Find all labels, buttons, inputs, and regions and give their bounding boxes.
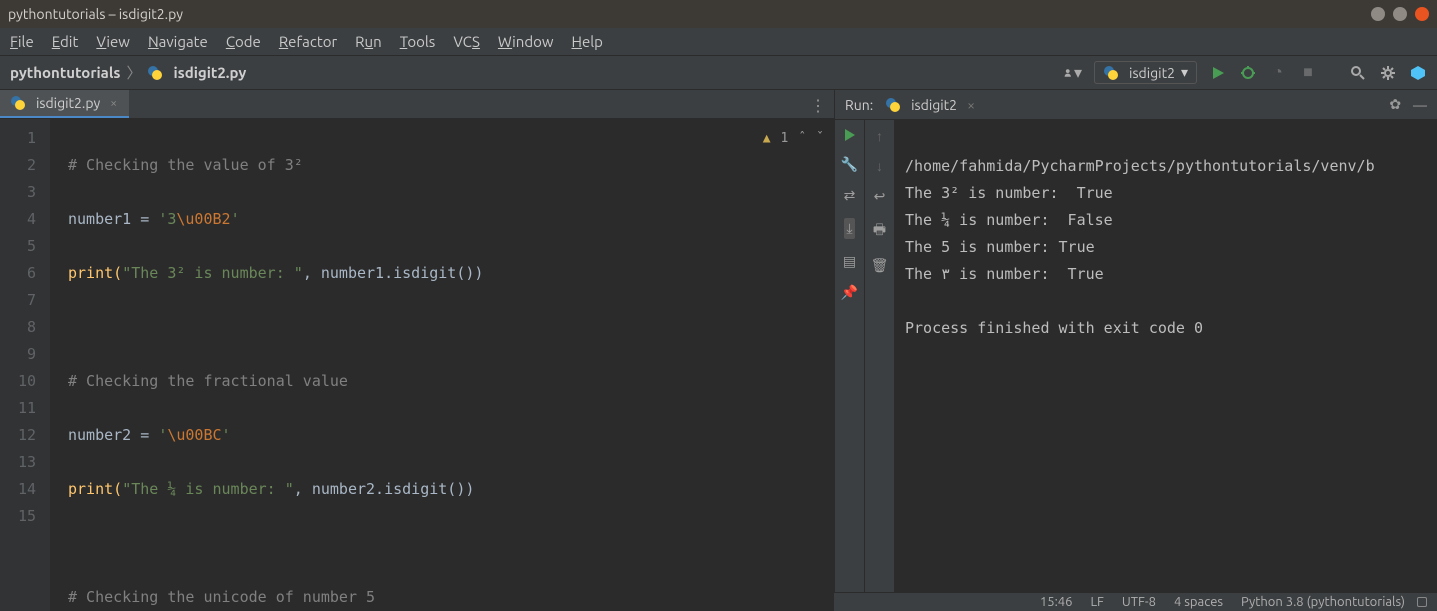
warning-count: 1 — [781, 125, 789, 152]
interpreter[interactable]: Python 3.8 (pythontutorials) — [1241, 595, 1405, 609]
toolbar: pythontutorials 〉 isdigit2.py ▾ isdigit2… — [0, 56, 1437, 90]
window-title: pythontutorials – isdigit2.py — [8, 6, 183, 22]
menu-window[interactable]: Window — [498, 33, 554, 50]
gear-icon[interactable] — [1379, 64, 1397, 82]
run-header: Run: isdigit2 × ✿ — — [835, 90, 1437, 120]
console-line: The ٣ is number: True — [905, 265, 1104, 283]
close-run-tab-icon[interactable]: × — [967, 97, 975, 113]
chevron-down-icon: ▾ — [1181, 64, 1188, 81]
breadcrumb-sep: 〉 — [126, 62, 141, 83]
print-icon[interactable]: 🖶 — [873, 219, 886, 243]
python-file-icon — [147, 65, 163, 81]
menubar: File Edit View Navigate Code Refactor Ru… — [0, 28, 1437, 56]
scroll-end-icon[interactable]: ⤓ — [844, 218, 854, 239]
run-tab[interactable]: isdigit2 × — [885, 97, 975, 113]
soft-wrap-icon[interactable]: ↩ — [874, 188, 886, 205]
trash-icon[interactable]: 🗑 — [871, 257, 889, 274]
breadcrumb: pythontutorials 〉 isdigit2.py — [10, 62, 246, 83]
editor-tab-label: isdigit2.py — [36, 95, 100, 111]
run-config-name: isdigit2 — [1129, 65, 1175, 81]
console-output[interactable]: /home/fahmida/PycharmProjects/pythontuto… — [895, 120, 1437, 592]
encoding[interactable]: UTF-8 — [1122, 595, 1156, 609]
console-line: The 3² is number: True — [905, 184, 1113, 202]
menu-tools[interactable]: Tools — [400, 33, 436, 50]
console-path: /home/fahmida/PycharmProjects/pythontuto… — [905, 157, 1375, 175]
menu-refactor[interactable]: Refactor — [279, 33, 337, 50]
close-tab-icon[interactable]: × — [110, 97, 117, 110]
menu-navigate[interactable]: Navigate — [148, 33, 208, 50]
coverage-button[interactable]: ◔ — [1269, 64, 1287, 82]
indent[interactable]: 4 spaces — [1174, 595, 1223, 609]
code-area[interactable]: # Checking the value of 3² number1 = '3\… — [50, 119, 834, 611]
run-button[interactable] — [1209, 64, 1227, 82]
minimize-button[interactable] — [1371, 7, 1385, 21]
prev-highlight-icon[interactable]: ˆ — [798, 125, 806, 152]
run-pane: Run: isdigit2 × ✿ — 🔧 ⇄ ⤓ ▤ 📌 ↑ ↓ ↩ — [835, 90, 1437, 592]
add-user-icon[interactable]: ▾ — [1064, 64, 1082, 82]
down-icon[interactable]: ↓ — [876, 158, 883, 174]
python-file-icon — [10, 95, 26, 111]
run-tab-label: isdigit2 — [911, 97, 957, 113]
console-exit: Process finished with exit code 0 — [905, 319, 1203, 337]
toggle-wrap-icon[interactable]: ⇄ — [844, 187, 856, 204]
pin-icon[interactable]: 📌 — [841, 284, 858, 301]
search-icon[interactable] — [1349, 64, 1367, 82]
gear-icon[interactable]: ✿ — [1389, 96, 1401, 113]
run-sidebar-nav: ↑ ↓ ↩ 🖶 🗑 — [865, 120, 895, 592]
python-icon — [885, 97, 901, 113]
menu-edit[interactable]: Edit — [52, 33, 79, 50]
breadcrumb-file[interactable]: isdigit2.py — [173, 64, 246, 81]
menu-help[interactable]: Help — [572, 33, 603, 50]
layout-icon[interactable]: ▤ — [843, 253, 856, 270]
lock-icon[interactable] — [1417, 597, 1427, 607]
warning-icon[interactable]: ▲ — [763, 125, 771, 152]
code-editor[interactable]: 123456789101112131415 # Checking the val… — [0, 119, 834, 611]
python-icon — [1103, 65, 1119, 81]
gutter: 123456789101112131415 — [0, 119, 50, 611]
editor-pane: isdigit2.py × ⋮ 123456789101112131415 # … — [0, 90, 835, 592]
minimize-pane-icon[interactable]: — — [1413, 97, 1427, 113]
maximize-button[interactable] — [1393, 7, 1407, 21]
breadcrumb-project[interactable]: pythontutorials — [10, 64, 120, 81]
stop-button[interactable]: ■ — [1299, 64, 1317, 82]
console-line: The 5 is number: True — [905, 238, 1095, 256]
menu-view[interactable]: View — [96, 33, 130, 50]
tabs-more-icon[interactable]: ⋮ — [810, 96, 826, 115]
titlebar: pythontutorials – isdigit2.py — [0, 0, 1437, 28]
debug-button[interactable] — [1239, 64, 1257, 82]
up-icon[interactable]: ↑ — [876, 128, 883, 144]
rerun-icon[interactable] — [843, 128, 857, 142]
editor-tabs: isdigit2.py × ⋮ — [0, 90, 834, 119]
next-highlight-icon[interactable]: ˇ — [816, 125, 824, 152]
menu-file[interactable]: File — [10, 33, 34, 50]
editor-inspection: ▲ 1 ˆ ˇ — [763, 125, 824, 152]
menu-vcs[interactable]: VCS — [453, 33, 480, 50]
caret-position[interactable]: 15:46 — [1040, 595, 1073, 609]
line-ending[interactable]: LF — [1090, 595, 1103, 609]
wrench-icon[interactable]: 🔧 — [841, 156, 858, 173]
menu-code[interactable]: Code — [226, 33, 261, 50]
editor-tab-active[interactable]: isdigit2.py × — [0, 90, 129, 118]
menu-run[interactable]: Run — [355, 33, 382, 50]
run-label: Run: — [845, 97, 873, 113]
run-config-selector[interactable]: isdigit2 ▾ — [1094, 61, 1197, 84]
close-window-button[interactable] — [1415, 7, 1429, 21]
run-sidebar-left: 🔧 ⇄ ⤓ ▤ 📌 — [835, 120, 865, 592]
console-line: The ¼ is number: False — [905, 211, 1113, 229]
ide-logo-icon[interactable] — [1409, 64, 1427, 82]
